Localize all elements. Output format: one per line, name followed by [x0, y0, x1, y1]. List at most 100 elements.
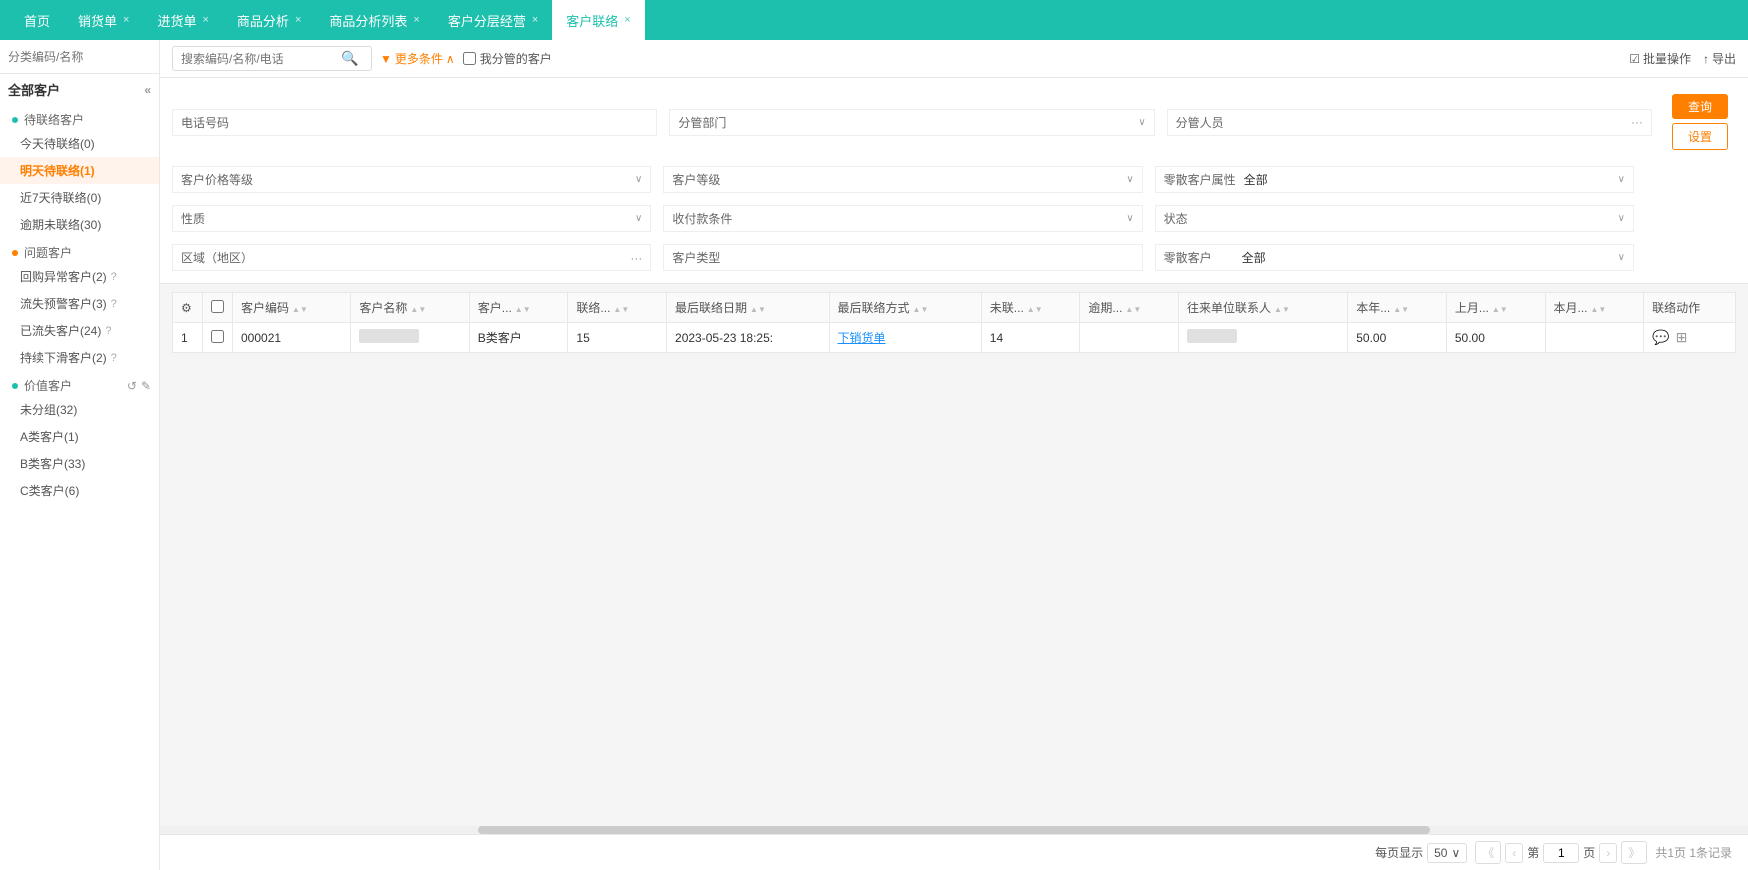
sidebar-item-a-class[interactable]: A类客户(1)	[0, 423, 159, 450]
th-overdue[interactable]: 逾期...▲▼	[1080, 293, 1179, 323]
table-header-row: ⚙ 客户编码▲▼ 客户名称▲▼ 客户...▲▼ 联络...▲▼ 最后联络日期▲▼…	[173, 293, 1736, 323]
more-conditions-btn[interactable]: ▼ 更多条件 ∧	[380, 50, 455, 67]
problem-dot	[12, 250, 18, 256]
batch-operation-btn[interactable]: ☑ 批量操作	[1629, 50, 1691, 67]
filter-price-level-select[interactable]: ∨	[261, 174, 642, 185]
row-checkbox-0[interactable]	[211, 330, 224, 343]
select-all-checkbox[interactable]	[211, 300, 224, 313]
th-settings[interactable]: ⚙	[173, 293, 203, 323]
filter-region-ellipsis[interactable]: ···	[630, 251, 642, 265]
action-comment-icon[interactable]: 💬	[1652, 329, 1669, 346]
sidebar-item-today-pending[interactable]: 今天待联络(0)	[0, 130, 159, 157]
close-sales-order-icon[interactable]: ×	[123, 14, 129, 26]
sidebar-all-customers[interactable]: 全部客户 «	[0, 74, 159, 105]
filter-icon: ▼	[380, 52, 392, 66]
help-icon-3[interactable]: ?	[111, 352, 117, 364]
filter-retail-attr-select[interactable]: 全部 ∨	[1244, 171, 1625, 188]
filter-row-2: 客户价格等级 ∨ 客户等级 ∨ 零散客户属性	[172, 162, 1736, 197]
close-product-analysis-list-icon[interactable]: ×	[413, 14, 419, 26]
help-icon-1[interactable]: ?	[111, 298, 117, 310]
filter-customer-level-arrow: ∨	[1126, 174, 1133, 185]
page-size-select[interactable]: 50 ∨	[1427, 843, 1467, 863]
batch-icon: ☑	[1629, 52, 1640, 66]
th-last-month[interactable]: 上月...▲▼	[1446, 293, 1545, 323]
filter-payment-select[interactable]: ∨	[750, 213, 1133, 224]
filter-phone-cell: 电话号码	[172, 109, 657, 136]
th-last-contact-method[interactable]: 最后联络方式▲▼	[829, 293, 981, 323]
close-customer-contact-icon[interactable]: ×	[624, 14, 630, 26]
help-icon-0[interactable]: ?	[111, 271, 117, 283]
sidebar-item-ungrouped[interactable]: 未分组(32)	[0, 396, 159, 423]
query-btn[interactable]: 查询	[1672, 94, 1728, 119]
filter-region-select[interactable]: ···	[261, 251, 642, 265]
sidebar-item-b-class[interactable]: B类客户(33)	[0, 450, 159, 477]
th-code[interactable]: 客户编码▲▼	[233, 293, 351, 323]
sort-last-date-icon: ▲▼	[750, 305, 766, 314]
td-index: 1	[173, 323, 203, 353]
value-group-edit-icon[interactable]: ✎	[141, 379, 151, 393]
sidebar-item-declining[interactable]: 持续下滑客户(2) ?	[0, 344, 159, 371]
my-customers-checkbox-label[interactable]: 我分管的客户	[463, 50, 552, 67]
next-page-btn[interactable]: ›	[1599, 843, 1617, 863]
filter-gender-cell: 性质 ∨	[172, 205, 651, 232]
nav-sales-order[interactable]: 销货单 ×	[64, 0, 143, 40]
filter-dept-select[interactable]: ∨	[756, 117, 1145, 128]
sidebar-item-c-class[interactable]: C类客户(6)	[0, 477, 159, 504]
last-contact-method-link[interactable]: 下销货单	[838, 331, 886, 345]
page-number-input[interactable]	[1543, 843, 1579, 863]
th-this-month[interactable]: 本月...▲▼	[1545, 293, 1644, 323]
filter-phone-input[interactable]	[259, 115, 648, 129]
export-btn[interactable]: ↑ 导出	[1703, 50, 1736, 67]
sidebar-item-overdue-pending[interactable]: 逾期未联络(30)	[0, 211, 159, 238]
last-page-btn[interactable]: 》	[1621, 841, 1647, 864]
td-name	[351, 323, 469, 353]
th-last-contact-date[interactable]: 最后联络日期▲▼	[667, 293, 829, 323]
filter-gender-select[interactable]: ∨	[259, 213, 642, 224]
value-group-refresh-icon[interactable]: ↺	[127, 379, 137, 393]
nav-purchase-order[interactable]: 进货单 ×	[143, 0, 222, 40]
sidebar-search-input[interactable]	[8, 50, 160, 64]
table-container: ⚙ 客户编码▲▼ 客户名称▲▼ 客户...▲▼ 联络...▲▼ 最后联络日期▲▼…	[160, 284, 1748, 826]
prev-page-btn[interactable]: ‹	[1505, 843, 1523, 863]
nav-product-analysis-list[interactable]: 商品分析列表 ×	[315, 0, 433, 40]
filter-price-level-arrow: ∨	[635, 174, 642, 185]
filter-person-select[interactable]: ···	[1254, 115, 1643, 129]
nav-product-analysis[interactable]: 商品分析 ×	[223, 0, 315, 40]
sidebar-collapse-icon[interactable]: «	[144, 83, 151, 97]
td-last-contact-method: 下销货单	[829, 323, 981, 353]
horizontal-scrollbar[interactable]	[160, 826, 1748, 834]
th-this-year[interactable]: 本年...▲▼	[1348, 293, 1447, 323]
close-purchase-order-icon[interactable]: ×	[202, 14, 208, 26]
first-page-btn[interactable]: 《	[1475, 841, 1501, 864]
td-unit-contact	[1179, 323, 1348, 353]
close-product-analysis-icon[interactable]: ×	[295, 14, 301, 26]
th-unit-contact[interactable]: 往来单位联系人▲▼	[1179, 293, 1348, 323]
sidebar-item-7days-pending[interactable]: 近7天待联络(0)	[0, 184, 159, 211]
th-uncontacted[interactable]: 未联...▲▼	[981, 293, 1080, 323]
sidebar: 🔍 全部客户 « 待联络客户 今天待联络(0) 明天待联络(1) 近7天待联络(…	[0, 40, 160, 870]
nav-customer-contact[interactable]: 客户联络 ×	[552, 0, 644, 40]
sidebar-item-churn-warning[interactable]: 流失预警客户(3) ?	[0, 290, 159, 317]
th-level[interactable]: 客户...▲▼	[469, 293, 568, 323]
sidebar-item-churned[interactable]: 已流失客户(24) ?	[0, 317, 159, 344]
toolbar-right: ☑ 批量操作 ↑ 导出	[1629, 50, 1736, 67]
th-name[interactable]: 客户名称▲▼	[351, 293, 469, 323]
help-icon-2[interactable]: ?	[105, 325, 111, 337]
search-input[interactable]	[181, 52, 341, 66]
sort-name-icon: ▲▼	[410, 305, 426, 314]
filter-person-ellipsis[interactable]: ···	[1631, 115, 1643, 129]
settings-btn[interactable]: 设置	[1672, 123, 1728, 150]
action-grid-icon[interactable]: ⊞	[1676, 329, 1688, 346]
sidebar-item-repurchase-anomaly[interactable]: 回购异常客户(2) ?	[0, 263, 159, 290]
my-customers-checkbox[interactable]	[463, 52, 476, 65]
filter-person-cell: 分管人员 ···	[1167, 109, 1652, 136]
sidebar-item-tomorrow-pending[interactable]: 明天待联络(1)	[0, 157, 159, 184]
toolbar-search-icon[interactable]: 🔍	[341, 50, 358, 67]
filter-customer-level-select[interactable]: ∨	[750, 174, 1133, 185]
nav-customer-tier[interactable]: 客户分层经营 ×	[434, 0, 552, 40]
filter-status-select[interactable]: ∨	[1242, 213, 1625, 224]
filter-retail-customer-select[interactable]: 全部 ∨	[1242, 249, 1625, 266]
close-customer-tier-icon[interactable]: ×	[532, 14, 538, 26]
th-contact-count[interactable]: 联络...▲▼	[568, 293, 667, 323]
nav-home[interactable]: 首页	[10, 0, 64, 40]
